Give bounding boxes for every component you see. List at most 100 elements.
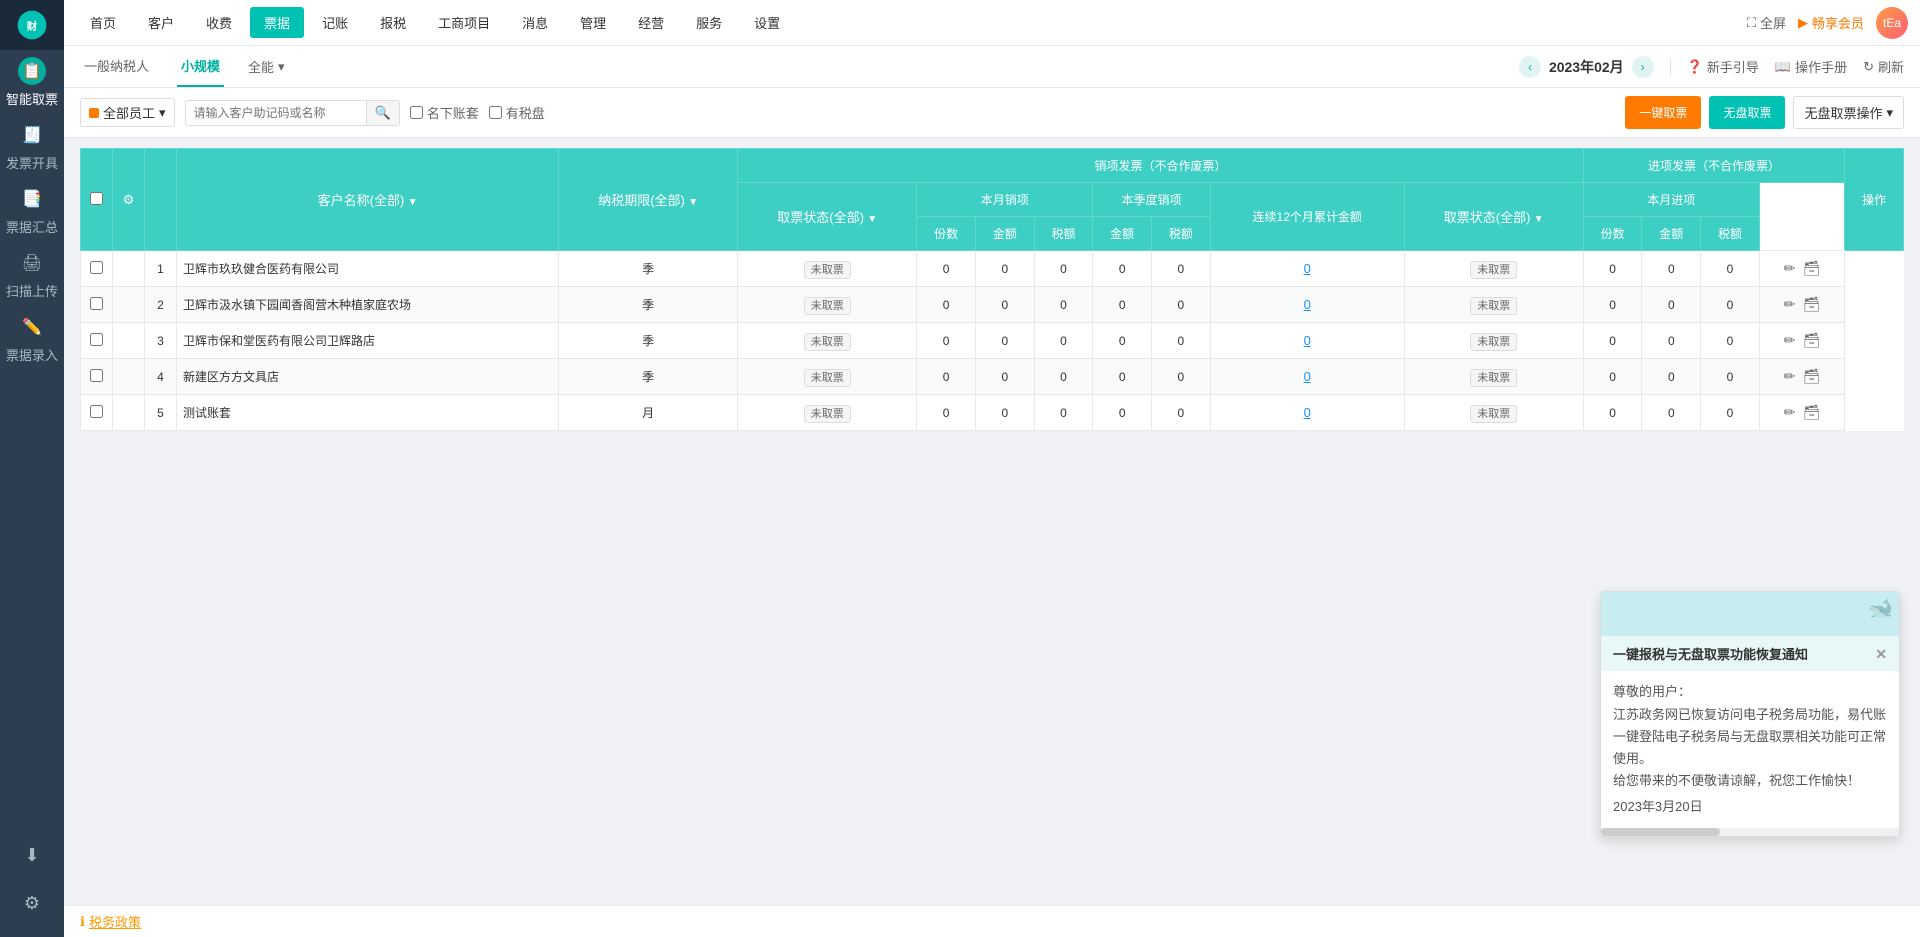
tab-bar: 一般纳税人 小规模 全能 ▾ ‹ 2023年02月 › ❓ 新手引导 📖 [64, 46, 1920, 88]
sidebar-item-invoice-entry[interactable]: ✏️ 票据录入 [0, 306, 64, 370]
nav-settings[interactable]: 设置 [740, 7, 794, 38]
notification-text: 江苏政务网已恢复访问电子税务局功能，易代账一键登陆电子税务局与无盘取票相关功能可… [1613, 704, 1887, 770]
nav-business[interactable]: 工商项目 [424, 7, 504, 38]
row-edit-btn-0[interactable]: ✏ [1782, 258, 1798, 279]
search-input[interactable] [186, 102, 366, 124]
table-settings-icon[interactable]: ⚙ [123, 192, 135, 207]
topnav: 首页 客户 收费 票据 记账 报税 工商项目 消息 管理 经营 服务 设置 ⛶ … [64, 0, 1920, 46]
guide-btn[interactable]: ❓ 新手引导 [1687, 57, 1759, 76]
taxdisk-checkbox[interactable] [489, 106, 502, 119]
p-fetch-filter-icon[interactable]: ▼ [1534, 214, 1544, 225]
month-next-btn[interactable]: › [1632, 56, 1654, 78]
row-actions-3: ✏ 🗃 [1759, 359, 1844, 395]
myaccount-checkbox[interactable] [410, 106, 423, 119]
taxperiod-filter-icon[interactable]: ▼ [688, 197, 698, 208]
s-fetch-filter-icon[interactable]: ▼ [867, 214, 877, 225]
sidebar-settings-btn[interactable]: ⚙ [0, 881, 64, 925]
row-checkbox-2[interactable] [81, 323, 113, 359]
nav-service[interactable]: 服务 [682, 7, 736, 38]
th-s-month-count: 份数 [917, 217, 976, 251]
nav-accounting[interactable]: 记账 [308, 7, 362, 38]
sidebar-item-invoice-summary[interactable]: 📑 票据汇总 [0, 178, 64, 242]
table-row: 4 新建区方方文具店 季 未取票 0 0 0 0 0 0 未取票 0 0 0 ✏… [81, 359, 1904, 395]
no-disk-fetch-btn[interactable]: 无盘取票 [1709, 96, 1785, 129]
row-actions-2: ✏ 🗃 [1759, 323, 1844, 359]
user-avatar[interactable]: tEa [1876, 7, 1908, 39]
row-edit-btn-2[interactable]: ✏ [1782, 330, 1798, 351]
row-s-12month-3: 0 [1210, 359, 1404, 395]
row-s-month-amount-2: 0 [975, 323, 1034, 359]
select-all-checkbox[interactable] [90, 192, 103, 205]
row-s-quarter-amount-1: 0 [1093, 287, 1152, 323]
tab-small[interactable]: 小规模 [177, 46, 224, 87]
checkbox-taxdisk[interactable]: 有税盘 [489, 103, 545, 122]
vip-btn[interactable]: ▶ 畅享会员 [1798, 13, 1864, 32]
row-settings-3 [113, 359, 145, 395]
search-button[interactable]: 🔍 [366, 101, 399, 125]
row-checkbox-1[interactable] [81, 287, 113, 323]
nav-home[interactable]: 首页 [76, 7, 130, 38]
row-s-month-amount-4: 0 [975, 395, 1034, 431]
row-view-btn-0[interactable]: 🗃 [1801, 258, 1823, 279]
nav-tax[interactable]: 报税 [366, 7, 420, 38]
row-view-btn-3[interactable]: 🗃 [1801, 366, 1823, 387]
row-view-btn-4[interactable]: 🗃 [1801, 402, 1823, 423]
table-row: 1 卫辉市玖玖健合医药有限公司 季 未取票 0 0 0 0 0 0 未取票 0 … [81, 251, 1904, 287]
fullscreen-btn[interactable]: ⛶ 全屏 [1747, 13, 1786, 32]
nav-message[interactable]: 消息 [508, 7, 562, 38]
notification-date: 2023年3月20日 [1613, 796, 1887, 818]
customer-filter-icon[interactable]: ▼ [408, 197, 418, 208]
row-view-btn-1[interactable]: 🗃 [1801, 294, 1823, 315]
nav-manage[interactable]: 管理 [566, 7, 620, 38]
manual-btn[interactable]: 📖 操作手册 [1775, 57, 1847, 76]
row-p-month-amount-2: 0 [1642, 323, 1701, 359]
th-operation: 操作 [1845, 149, 1904, 251]
notification-close-btn[interactable]: ✕ [1875, 647, 1887, 661]
row-checkbox-0[interactable] [81, 251, 113, 287]
row-p-status-4: 未取票 [1404, 395, 1583, 431]
one-click-fetch-btn[interactable]: 一键取票 [1625, 96, 1701, 129]
row-settings-4 [113, 395, 145, 431]
row-s-month-count-1: 0 [917, 287, 976, 323]
row-checkbox-3[interactable] [81, 359, 113, 395]
month-prev-btn[interactable]: ‹ [1519, 56, 1541, 78]
row-edit-btn-1[interactable]: ✏ [1782, 294, 1798, 315]
sidebar-bottom: ⬇ ⚙ [0, 833, 64, 937]
row-checkbox-4[interactable] [81, 395, 113, 431]
refresh-btn[interactable]: ↻ 刷新 [1863, 57, 1904, 76]
notification-scrollbar[interactable] [1601, 828, 1899, 836]
nav-billing[interactable]: 收费 [192, 7, 246, 38]
notification-apology: 给您带来的不便敬请谅解，祝您工作愉快！ [1613, 770, 1887, 792]
notification-body: 尊敬的用户： 江苏政务网已恢复访问电子税务局功能，易代账一键登陆电子税务局与无盘… [1601, 671, 1899, 828]
sidebar-item-smart-fetch[interactable]: 📋 智能取票 [0, 50, 64, 114]
row-view-btn-2[interactable]: 🗃 [1801, 330, 1823, 351]
sidebar-download-btn[interactable]: ⬇ [0, 833, 64, 877]
row-s-12month-2: 0 [1210, 323, 1404, 359]
data-table: ⚙ 客户名称(全部) ▼ 纳税期限(全部) ▼ 销项发票（不合作废票） 进项发票… [80, 148, 1904, 431]
nav-customers[interactable]: 客户 [134, 7, 188, 38]
issue-invoice-icon: 🧾 [18, 121, 46, 149]
nav-operations[interactable]: 经营 [624, 7, 678, 38]
employee-filter[interactable]: 全部员工 ▾ [80, 98, 175, 127]
no-disk-ops-btn[interactable]: 无盘取票操作 ▾ [1793, 96, 1904, 129]
row-edit-btn-4[interactable]: ✏ [1782, 402, 1798, 423]
ops-dropdown-icon: ▾ [1886, 105, 1893, 121]
bottom-bar: ℹ 税务政策 [64, 905, 1920, 937]
nav-invoice[interactable]: 票据 [250, 7, 304, 38]
sidebar-item-scan-upload[interactable]: 🖨 扫描上传 [0, 242, 64, 306]
row-p-month-tax-2: 0 [1701, 323, 1760, 359]
row-s-month-count-2: 0 [917, 323, 976, 359]
invoice-entry-icon: ✏️ [18, 313, 46, 341]
sidebar-item-issue-invoice[interactable]: 🧾 发票开具 [0, 114, 64, 178]
row-s-quarter-tax-1: 0 [1152, 287, 1211, 323]
tab-general[interactable]: 一般纳税人 [80, 46, 153, 87]
tab-all[interactable]: 全能 ▾ [248, 57, 285, 76]
checkbox-myaccount[interactable]: 名下账套 [410, 103, 479, 122]
row-edit-btn-3[interactable]: ✏ [1782, 366, 1798, 387]
bottom-tax-policy-link[interactable]: 税务政策 [89, 912, 141, 931]
row-s-quarter-tax-3: 0 [1152, 359, 1211, 395]
toolbar: 全部员工 ▾ 🔍 名下账套 有税盘 一键取票 无盘取票 无盘取票操作 ▾ [64, 88, 1920, 138]
topnav-right: ⛶ 全屏 ▶ 畅享会员 tEa [1747, 7, 1908, 39]
notification-popup: 🐋 一键报税与无盘取票功能恢复通知 ✕ 尊敬的用户： 江苏政务网已恢复访问电子税… [1600, 591, 1900, 837]
row-p-month-amount-0: 0 [1642, 251, 1701, 287]
